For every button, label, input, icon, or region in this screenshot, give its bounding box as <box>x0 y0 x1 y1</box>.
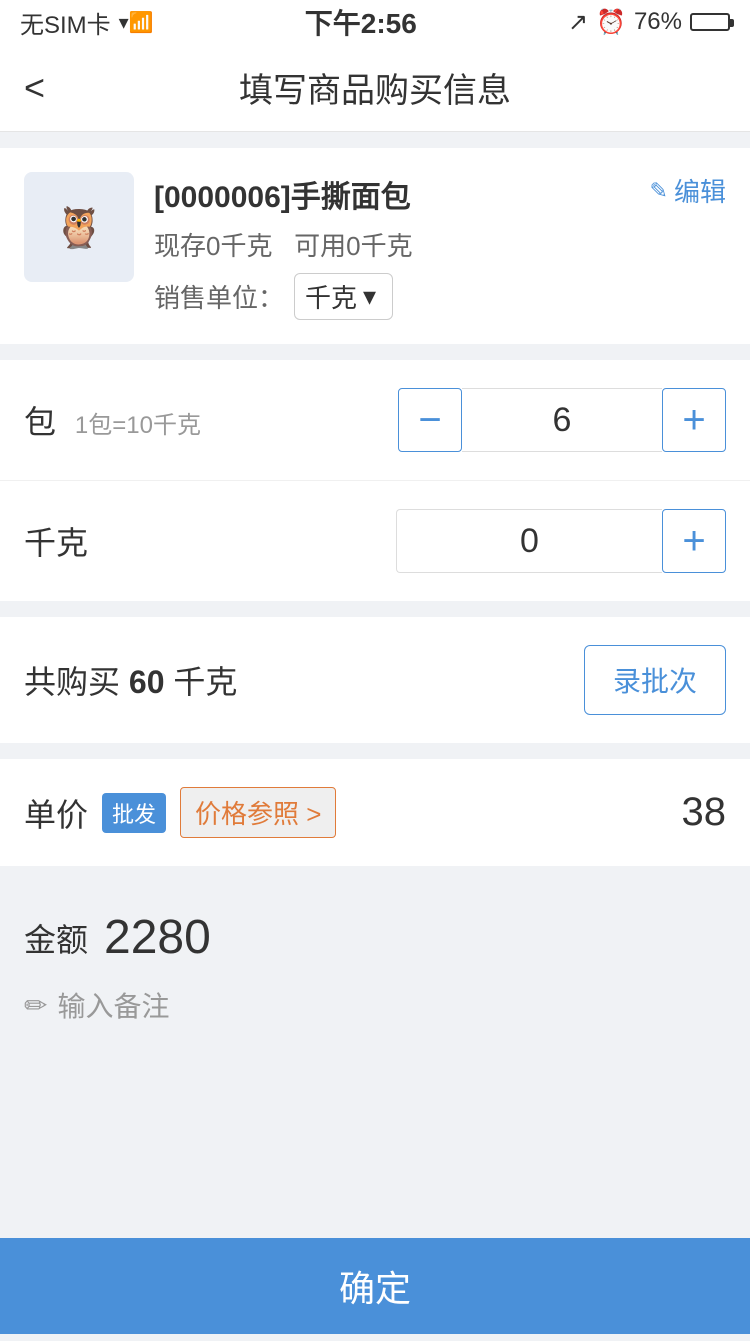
edit-icon: ✎ <box>650 178 668 204</box>
product-stock: 现存0千克 可用0千克 <box>154 226 726 263</box>
nav-bar: < 填写商品购买信息 <box>0 44 750 132</box>
status-bar: 无SIM卡 ▾📶 下午2:56 ↗ ⏰ 76% <box>0 0 750 44</box>
kg-plus-button[interactable]: + <box>662 509 726 573</box>
amount-section: 金额 2280 ✏ 输入备注 <box>0 882 750 1045</box>
note-placeholder: 输入备注 <box>57 985 169 1025</box>
price-section: 单价 批发 价格参照 > 38 <box>0 759 750 866</box>
carrier-text: 无SIM卡 <box>20 5 111 40</box>
price-ref-button[interactable]: 价格参照 > <box>180 787 336 838</box>
product-section: 🦉 [0000006]手撕面包 现存0千克 可用0千克 销售单位： 千克 ▾ ✎ <box>0 148 750 344</box>
price-value: 38 <box>682 790 727 835</box>
battery-bar <box>690 13 730 31</box>
summary-text: 共购买 60 千克 <box>24 657 237 703</box>
product-logo: 🦉 <box>54 204 104 251</box>
price-row: 单价 批发 价格参照 > 38 <box>24 787 726 838</box>
bag-sublabel: 1包=10千克 <box>75 412 201 439</box>
kg-qty-input[interactable] <box>396 509 662 573</box>
bag-section: 包 1包=10千克 − + 千克 + <box>0 360 750 601</box>
product-unit-row: 销售单位： 千克 ▾ <box>154 273 726 320</box>
chevron-down-icon: ▾ <box>363 281 376 312</box>
record-batch-button[interactable]: 录批次 <box>584 645 726 715</box>
status-right: ↗ ⏰ 76% <box>568 8 730 37</box>
amount-value: 2280 <box>104 910 211 965</box>
kg-qty-control: + <box>396 509 726 573</box>
alarm-icon: ⏰ <box>596 8 626 37</box>
product-name: [0000006]手撕面包 <box>154 172 726 216</box>
bag-qty-input[interactable] <box>462 388 662 452</box>
status-left: 无SIM卡 ▾📶 <box>20 5 154 40</box>
price-left: 单价 批发 价格参照 > <box>24 787 336 838</box>
wholesale-badge: 批发 <box>102 793 166 833</box>
summary-row: 共购买 60 千克 录批次 <box>0 617 750 743</box>
confirm-button[interactable]: 确定 <box>0 1238 750 1334</box>
price-label: 单价 <box>24 790 88 836</box>
bag-qty-control: − + <box>398 388 726 452</box>
edit-button[interactable]: ✎ 编辑 <box>650 172 726 209</box>
kg-label: 千克 <box>24 518 396 564</box>
note-row[interactable]: ✏ 输入备注 <box>24 985 726 1025</box>
product-info: 🦉 [0000006]手撕面包 现存0千克 可用0千克 销售单位： 千克 ▾ <box>0 148 750 344</box>
product-thumbnail: 🦉 <box>24 172 134 282</box>
unit-select[interactable]: 千克 ▾ <box>294 273 393 320</box>
summary-section: 共购买 60 千克 录批次 <box>0 617 750 743</box>
bag-qty-row: 包 1包=10千克 − + <box>0 360 750 481</box>
bag-label: 包 1包=10千克 <box>24 397 398 443</box>
status-time: 下午2:56 <box>305 2 417 42</box>
product-details: [0000006]手撕面包 现存0千克 可用0千克 销售单位： 千克 ▾ <box>154 172 726 320</box>
amount-label: 金额 <box>24 915 88 961</box>
back-button[interactable]: < <box>24 67 45 109</box>
bag-plus-button[interactable]: + <box>662 388 726 452</box>
note-icon: ✏ <box>24 989 47 1022</box>
amount-row: 金额 2280 <box>24 910 726 965</box>
page-title: 填写商品购买信息 <box>239 63 511 112</box>
content-spacer <box>0 1045 750 1245</box>
battery-percent: 76% <box>634 8 682 36</box>
location-icon: ↗ <box>568 8 588 37</box>
kg-qty-row: 千克 + <box>0 481 750 601</box>
wifi-icon: ▾📶 <box>119 10 154 35</box>
bag-minus-button[interactable]: − <box>398 388 462 452</box>
